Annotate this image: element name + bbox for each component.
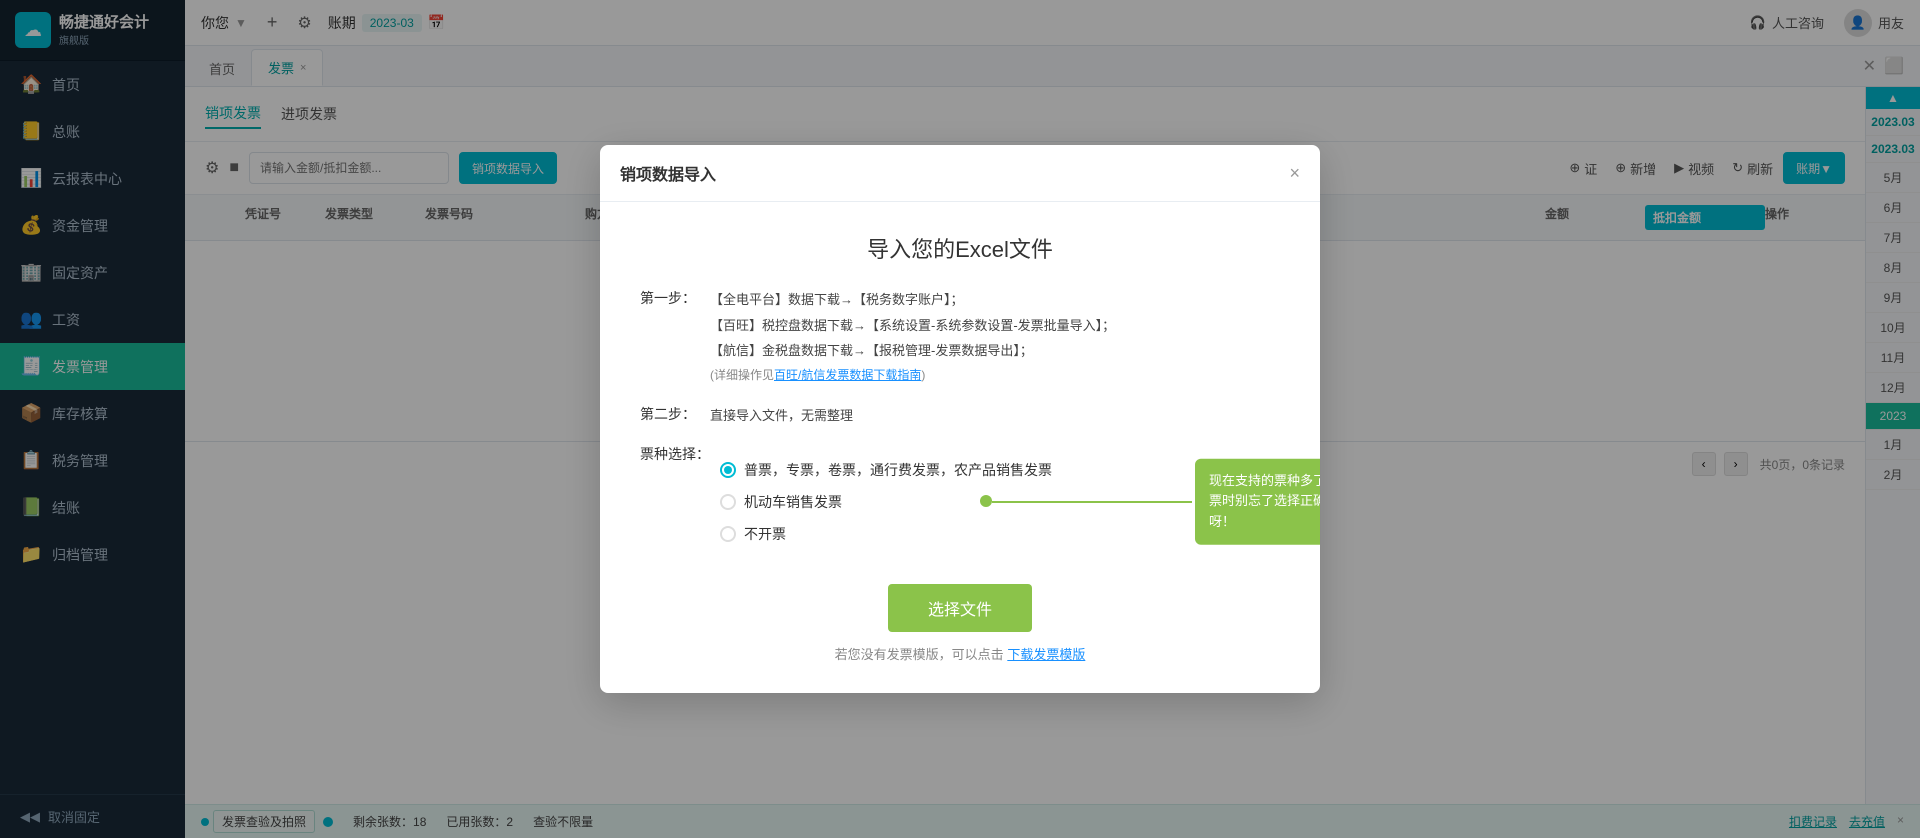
select-file-button[interactable]: 选择文件 xyxy=(888,584,1032,632)
radio-checked-icon xyxy=(720,462,736,478)
radio-unchecked-icon xyxy=(720,494,736,510)
radio-vehicle[interactable]: 机动车销售发票 × 现在支持的票种多了，导入发票时别忘了选择正确的发票类型呀！ xyxy=(720,492,1052,512)
modal-overlay[interactable]: 销项数据导入 × 导入您的Excel文件 第一步： 【全电平台】数据下载→【税务… xyxy=(0,0,1920,838)
modal-btn-row: 选择文件 xyxy=(640,584,1280,632)
tooltip-line xyxy=(992,501,1192,503)
radio-group: 普票，专票，卷票，通行费发票，农产品销售发票 机动车销售发票 × 现在 xyxy=(720,460,1052,544)
download-template-link[interactable]: 下载发票模版 xyxy=(1007,647,1085,662)
tooltip-anchor: × 现在支持的票种多了，导入发票时别忘了选择正确的发票类型呀！ xyxy=(980,494,992,510)
modal-body: 导入您的Excel文件 第一步： 【全电平台】数据下载→【税务数字账户】； 【百… xyxy=(600,202,1320,692)
modal-title: 销项数据导入 xyxy=(620,161,716,185)
guide-link[interactable]: 百旺/航信发票数据下载指南 xyxy=(774,368,921,382)
import-modal: 销项数据导入 × 导入您的Excel文件 第一步： 【全电平台】数据下载→【税务… xyxy=(600,145,1320,692)
modal-close-button[interactable]: × xyxy=(1289,163,1300,184)
tooltip-bubble: × 现在支持的票种多了，导入发票时别忘了选择正确的发票类型呀！ xyxy=(1195,458,1320,544)
step1-label: 第一步： xyxy=(640,288,700,308)
ticket-type-row: 票种选择： 普票，专票，卷票，通行费发票，农产品销售发票 机动车销售发票 xyxy=(640,444,1280,560)
step1-content: 【全电平台】数据下载→【税务数字账户】； 【百旺】税控盘数据下载→【系统设置-系… xyxy=(710,288,1115,388)
ticket-label: 票种选择： xyxy=(640,444,710,464)
step1-row: 第一步： 【全电平台】数据下载→【税务数字账户】； 【百旺】税控盘数据下载→【系… xyxy=(640,288,1280,388)
step2-content: 直接导入文件，无需整理 xyxy=(710,404,853,427)
tooltip-dot-icon xyxy=(980,495,992,507)
step2-row: 第二步： 直接导入文件，无需整理 xyxy=(640,404,1280,427)
modal-main-title: 导入您的Excel文件 xyxy=(640,232,1280,264)
step2-label: 第二步： xyxy=(640,404,700,424)
radio-unchecked-icon2 xyxy=(720,526,736,542)
modal-header: 销项数据导入 × xyxy=(600,145,1320,202)
modal-footer-note: 若您没有发票模版，可以点击 下载发票模版 xyxy=(640,644,1280,663)
radio-normal[interactable]: 普票，专票，卷票，通行费发票，农产品销售发票 xyxy=(720,460,1052,480)
radio-no-invoice[interactable]: 不开票 xyxy=(720,524,1052,544)
